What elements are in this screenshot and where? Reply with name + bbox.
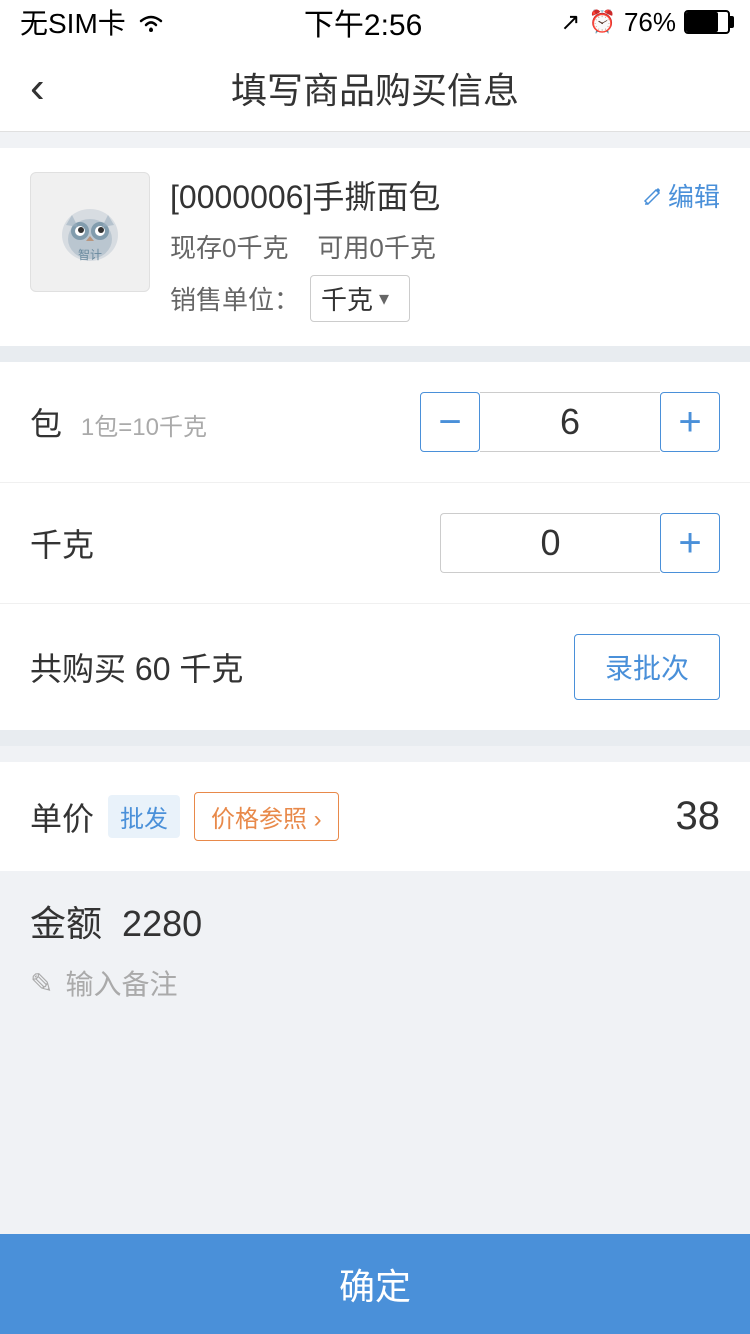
amount-value: 2280 <box>112 903 202 944</box>
remark-row[interactable]: ✎ 输入备注 <box>30 963 720 1003</box>
price-value: 38 <box>676 794 721 839</box>
carrier-text: 无SIM卡 <box>20 2 126 42</box>
package-plus-button[interactable]: + <box>660 392 720 452</box>
unit-value: 千克 <box>321 280 373 317</box>
dropdown-arrow-icon: ▾ <box>379 286 389 311</box>
edit-button[interactable]: 编辑 <box>642 177 720 214</box>
price-left: 单价 批发 价格参照 › <box>30 792 339 841</box>
section-divider-1 <box>0 346 750 362</box>
package-label: 包 <box>30 406 62 442</box>
total-text: 共购买 60 千克 <box>30 644 243 690</box>
status-right: ↗ ⏰ 76% <box>560 7 730 38</box>
product-image: 智计 <box>30 172 150 292</box>
unit-select[interactable]: 千克 ▾ <box>310 275 410 322</box>
confirm-button[interactable]: 确定 <box>0 1234 750 1334</box>
wifi-icon <box>136 11 166 33</box>
package-input-row: 包 1包=10千克 − + <box>0 362 750 483</box>
nav-bar: ‹ 填写商品购买信息 <box>0 44 750 132</box>
price-tag: 批发 <box>108 795 180 838</box>
stock-text: 现存0千克 <box>170 233 288 263</box>
product-name-row: [0000006]手撕面包 编辑 <box>170 172 720 218</box>
package-hint: 1包=10千克 <box>81 414 207 441</box>
product-owl-logo: 智计 <box>50 197 130 267</box>
battery-percentage: 76% <box>624 7 676 38</box>
amount-label: 金额 <box>30 903 102 944</box>
kg-qty-input[interactable] <box>440 513 660 573</box>
page-title: 填写商品购买信息 <box>231 62 519 114</box>
battery-icon <box>684 10 730 34</box>
package-qty-input[interactable] <box>480 392 660 452</box>
kg-plus-button[interactable]: + <box>660 513 720 573</box>
status-time: 下午2:56 <box>304 0 422 44</box>
package-minus-button[interactable]: − <box>420 392 480 452</box>
svg-text:智计: 智计 <box>78 247 102 262</box>
price-section: 单价 批发 价格参照 › 38 <box>0 762 750 871</box>
unit-label: 销售单位： <box>170 280 300 317</box>
available-text: 可用0千克 <box>317 233 435 263</box>
kg-input-row: 千克 + <box>0 483 750 604</box>
bottom-padding <box>0 1033 750 1153</box>
status-bar: 无SIM卡 下午2:56 ↗ ⏰ 76% <box>0 0 750 44</box>
edit-label: 编辑 <box>668 177 720 214</box>
package-label-group: 包 1包=10千克 <box>30 399 420 445</box>
amount-section: 金额 2280 ✎ 输入备注 <box>0 871 750 1033</box>
alarm-icon: ⏰ <box>589 9 616 35</box>
product-info: [0000006]手撕面包 编辑 现存0千克 可用0千克 销售单位： 千克 ▾ <box>170 172 720 322</box>
product-card: 智计 [0000006]手撕面包 编辑 现存0千克 可用0千克 销售单位： 千克 <box>0 148 750 346</box>
pencil-icon: ✎ <box>30 967 53 1000</box>
batch-button[interactable]: 录批次 <box>574 634 720 700</box>
product-name: [0000006]手撕面包 <box>170 172 440 218</box>
package-qty-control: − + <box>420 392 720 452</box>
location-icon: ↗ <box>560 8 580 37</box>
amount-row: 金额 2280 <box>30 895 720 947</box>
remark-placeholder: 输入备注 <box>65 963 177 1003</box>
back-button[interactable]: ‹ <box>30 63 65 113</box>
kg-label: 千克 <box>30 520 440 566</box>
price-ref-button[interactable]: 价格参照 › <box>194 792 339 841</box>
section-divider-2 <box>0 730 750 746</box>
product-unit-row: 销售单位： 千克 ▾ <box>170 275 720 322</box>
status-carrier: 无SIM卡 <box>20 2 166 42</box>
stock-spacer <box>296 233 310 263</box>
kg-qty-control: + <box>440 513 720 573</box>
price-label: 单价 <box>30 794 94 840</box>
product-stock: 现存0千克 可用0千克 <box>170 228 720 265</box>
edit-icon <box>642 184 664 206</box>
total-row: 共购买 60 千克 录批次 <box>0 604 750 730</box>
package-input-section: 包 1包=10千克 − + 千克 + <box>0 362 750 604</box>
